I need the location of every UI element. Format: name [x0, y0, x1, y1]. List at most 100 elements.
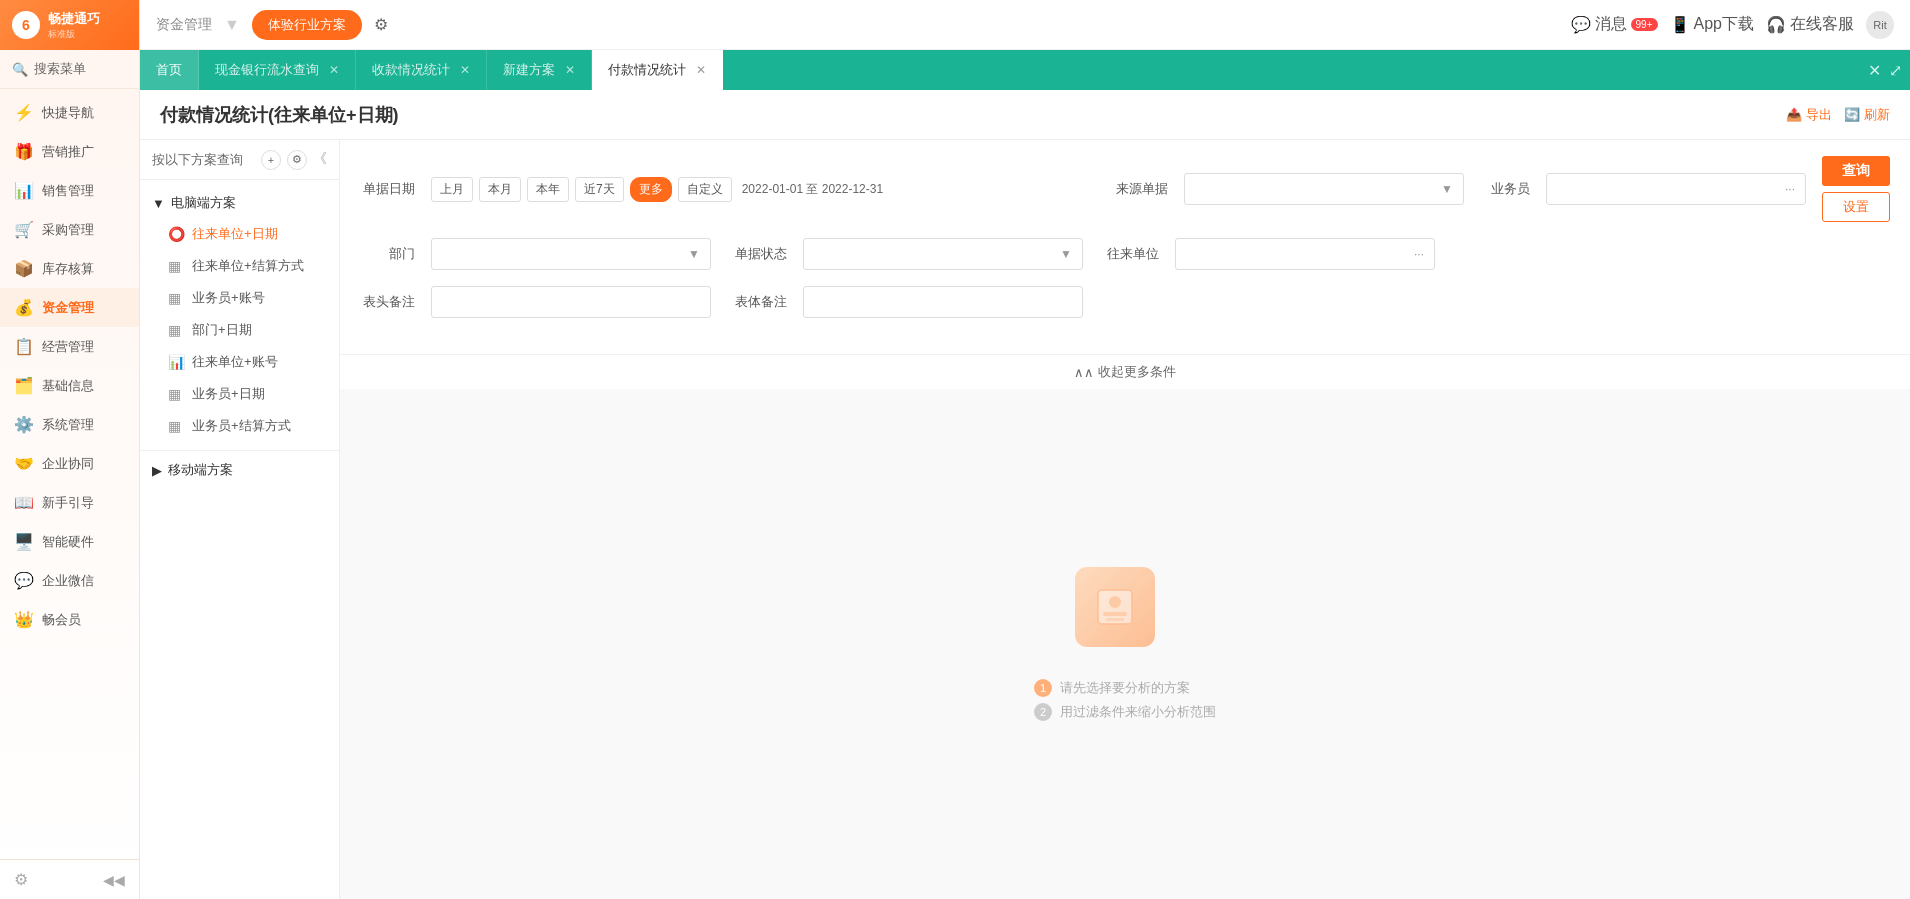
topbar-app-download[interactable]: 📱 App下载 [1670, 14, 1754, 35]
sidebar-item-inventory[interactable]: 📦 库存核算 [0, 249, 139, 288]
tab-receipt-stats[interactable]: 收款情况统计 ✕ [356, 50, 487, 90]
tab-new-scheme[interactable]: 新建方案 ✕ [487, 50, 592, 90]
source-bill-label: 来源单据 [1108, 180, 1168, 198]
tab-new-scheme-label: 新建方案 [503, 61, 555, 79]
svg-point-1 [1109, 596, 1121, 608]
sidebar-item-hardware[interactable]: 🖥️ 智能硬件 [0, 522, 139, 561]
tab-close-bank-flow[interactable]: ✕ [329, 63, 339, 77]
refresh-icon: 🔄 [1844, 107, 1860, 122]
scheme-item-staff-date[interactable]: ▦ 业务员+日期 [140, 378, 339, 410]
desktop-scheme-header[interactable]: ▼ 电脑端方案 [140, 188, 339, 218]
source-bill-select[interactable]: ▼ [1184, 173, 1464, 205]
tab-payment-stats[interactable]: 付款情况统计 ✕ [592, 50, 723, 90]
weixin-icon: 💬 [14, 571, 34, 590]
tab-close-new-scheme[interactable]: ✕ [565, 63, 575, 77]
date-btn-this-month[interactable]: 本月 [479, 177, 521, 202]
sidebar-nav: ⚡ 快捷导航 🎁 营销推广 📊 销售管理 🛒 采购管理 📦 库存核算 💰 资金管… [0, 89, 139, 859]
filter-actions: 查询 设置 [1822, 156, 1890, 222]
topbar-messages[interactable]: 💬 消息 99+ [1571, 14, 1658, 35]
setting-button[interactable]: 设置 [1822, 192, 1890, 222]
mobile-scheme-header[interactable]: ▶ 移动端方案 [140, 455, 339, 485]
collapse-button[interactable]: ∧∧ 收起更多条件 [340, 354, 1910, 389]
sidebar-item-label: 快捷导航 [42, 104, 94, 122]
tab-close-all-button[interactable]: ✕ [1868, 61, 1881, 80]
tab-bank-flow[interactable]: 现金银行流水查询 ✕ [199, 50, 356, 90]
sidebar-settings-icon[interactable]: ⚙ [14, 870, 28, 889]
mobile-scheme-label: 移动端方案 [168, 461, 233, 479]
sidebar-item-operation[interactable]: 📋 经营管理 [0, 327, 139, 366]
operation-icon: 📋 [14, 337, 34, 356]
hint-text-2: 用过滤条件来缩小分析范围 [1060, 703, 1216, 721]
add-scheme-button[interactable]: + [261, 150, 281, 170]
settings-scheme-button[interactable]: ⚙ [287, 150, 307, 170]
related-unit-select[interactable]: ··· [1175, 238, 1435, 270]
refresh-button[interactable]: 🔄 刷新 [1844, 106, 1890, 124]
date-btn-7days[interactable]: 近7天 [575, 177, 624, 202]
topbar-settings-icon[interactable]: ⚙ [374, 15, 388, 34]
sidebar-item-label: 智能硬件 [42, 533, 94, 551]
scheme-item-unit-settle[interactable]: ▦ 往来单位+结算方式 [140, 250, 339, 282]
sidebar-search[interactable]: 🔍 搜索菜单 [0, 50, 139, 89]
header-note-input[interactable] [431, 286, 711, 318]
scheme-item-label: 业务员+账号 [192, 289, 265, 307]
chart-icon: 📊 [168, 354, 184, 370]
tab-close-receipt-stats[interactable]: ✕ [460, 63, 470, 77]
user-avatar[interactable]: Rit [1866, 11, 1894, 39]
staff-label: 业务员 [1480, 180, 1530, 198]
collapse-scheme-button[interactable]: 《 [313, 150, 327, 170]
service-icon: 🎧 [1766, 15, 1786, 34]
scheme-item-icon: ▦ [168, 258, 184, 274]
desktop-scheme-group: ▼ 电脑端方案 ⭕ 往来单位+日期 ▦ 往来单位+结算方式 ▦ 业务员+账号 [140, 180, 339, 450]
hint-item-2: 2 用过滤条件来缩小分析范围 [1034, 703, 1216, 721]
scheme-item-icon: ▦ [168, 322, 184, 338]
collab-icon: 🤝 [14, 454, 34, 473]
sidebar-item-weixin[interactable]: 💬 企业微信 [0, 561, 139, 600]
scheme-item-label: 往来单位+账号 [192, 353, 278, 371]
sidebar-item-basic[interactable]: 🗂️ 基础信息 [0, 366, 139, 405]
empty-icon [1075, 567, 1175, 667]
sidebar-item-label: 资金管理 [42, 299, 94, 317]
tab-home[interactable]: 首页 [140, 50, 199, 90]
ellipsis-icon: ··· [1785, 182, 1795, 196]
sidebar-item-system[interactable]: ⚙️ 系统管理 [0, 405, 139, 444]
inventory-icon: 📦 [14, 259, 34, 278]
sidebar-item-label: 畅会员 [42, 611, 81, 629]
sidebar-item-sales[interactable]: 📊 销售管理 [0, 171, 139, 210]
hint-num-1: 1 [1034, 679, 1052, 697]
date-btn-this-year[interactable]: 本年 [527, 177, 569, 202]
sidebar-item-label: 销售管理 [42, 182, 94, 200]
scheme-item-staff-settle[interactable]: ▦ 业务员+结算方式 [140, 410, 339, 442]
tab-close-payment-stats[interactable]: ✕ [696, 63, 706, 77]
empty-hint: 1 请先选择要分析的方案 2 用过滤条件来缩小分析范围 [1034, 679, 1216, 721]
body-note-input[interactable] [803, 286, 1083, 318]
topbar-online-service[interactable]: 🎧 在线客服 [1766, 14, 1854, 35]
sidebar-item-purchase[interactable]: 🛒 采购管理 [0, 210, 139, 249]
bill-status-select[interactable]: ▼ [803, 238, 1083, 270]
sidebar-item-collab[interactable]: 🤝 企业协同 [0, 444, 139, 483]
scheme-item-dept-date[interactable]: ▦ 部门+日期 [140, 314, 339, 346]
dept-select[interactable]: ▼ [431, 238, 711, 270]
scheme-item-icon: ▦ [168, 418, 184, 434]
scheme-item-unit-date[interactable]: ⭕ 往来单位+日期 [140, 218, 339, 250]
sidebar-item-quick-nav[interactable]: ⚡ 快捷导航 [0, 93, 139, 132]
query-button[interactable]: 查询 [1822, 156, 1890, 186]
trial-button[interactable]: 体验行业方案 [252, 10, 362, 40]
sidebar-collapse-icon[interactable]: ◀◀ [103, 872, 125, 888]
guide-icon: 📖 [14, 493, 34, 512]
staff-select[interactable]: ··· [1546, 173, 1806, 205]
sidebar-item-marketing[interactable]: 🎁 营销推广 [0, 132, 139, 171]
scheme-item-unit-account[interactable]: 📊 往来单位+账号 [140, 346, 339, 378]
export-button[interactable]: 📤 导出 [1786, 106, 1832, 124]
logo-name: 畅捷通巧 [48, 10, 100, 28]
date-btn-custom[interactable]: 自定义 [678, 177, 732, 202]
date-btn-more[interactable]: 更多 [630, 177, 672, 202]
scheme-panel-header: 按以下方案查询 + ⚙ 《 [140, 140, 339, 180]
date-btn-last-month[interactable]: 上月 [431, 177, 473, 202]
scheme-item-staff-account[interactable]: ▦ 业务员+账号 [140, 282, 339, 314]
related-unit-label: 往来单位 [1099, 245, 1159, 263]
tab-expand-button[interactable]: ⤢ [1889, 61, 1902, 80]
member-icon: 👑 [14, 610, 34, 629]
sidebar-item-guide[interactable]: 📖 新手引导 [0, 483, 139, 522]
sidebar-item-member[interactable]: 👑 畅会员 [0, 600, 139, 639]
sidebar-item-finance[interactable]: 💰 资金管理 [0, 288, 139, 327]
